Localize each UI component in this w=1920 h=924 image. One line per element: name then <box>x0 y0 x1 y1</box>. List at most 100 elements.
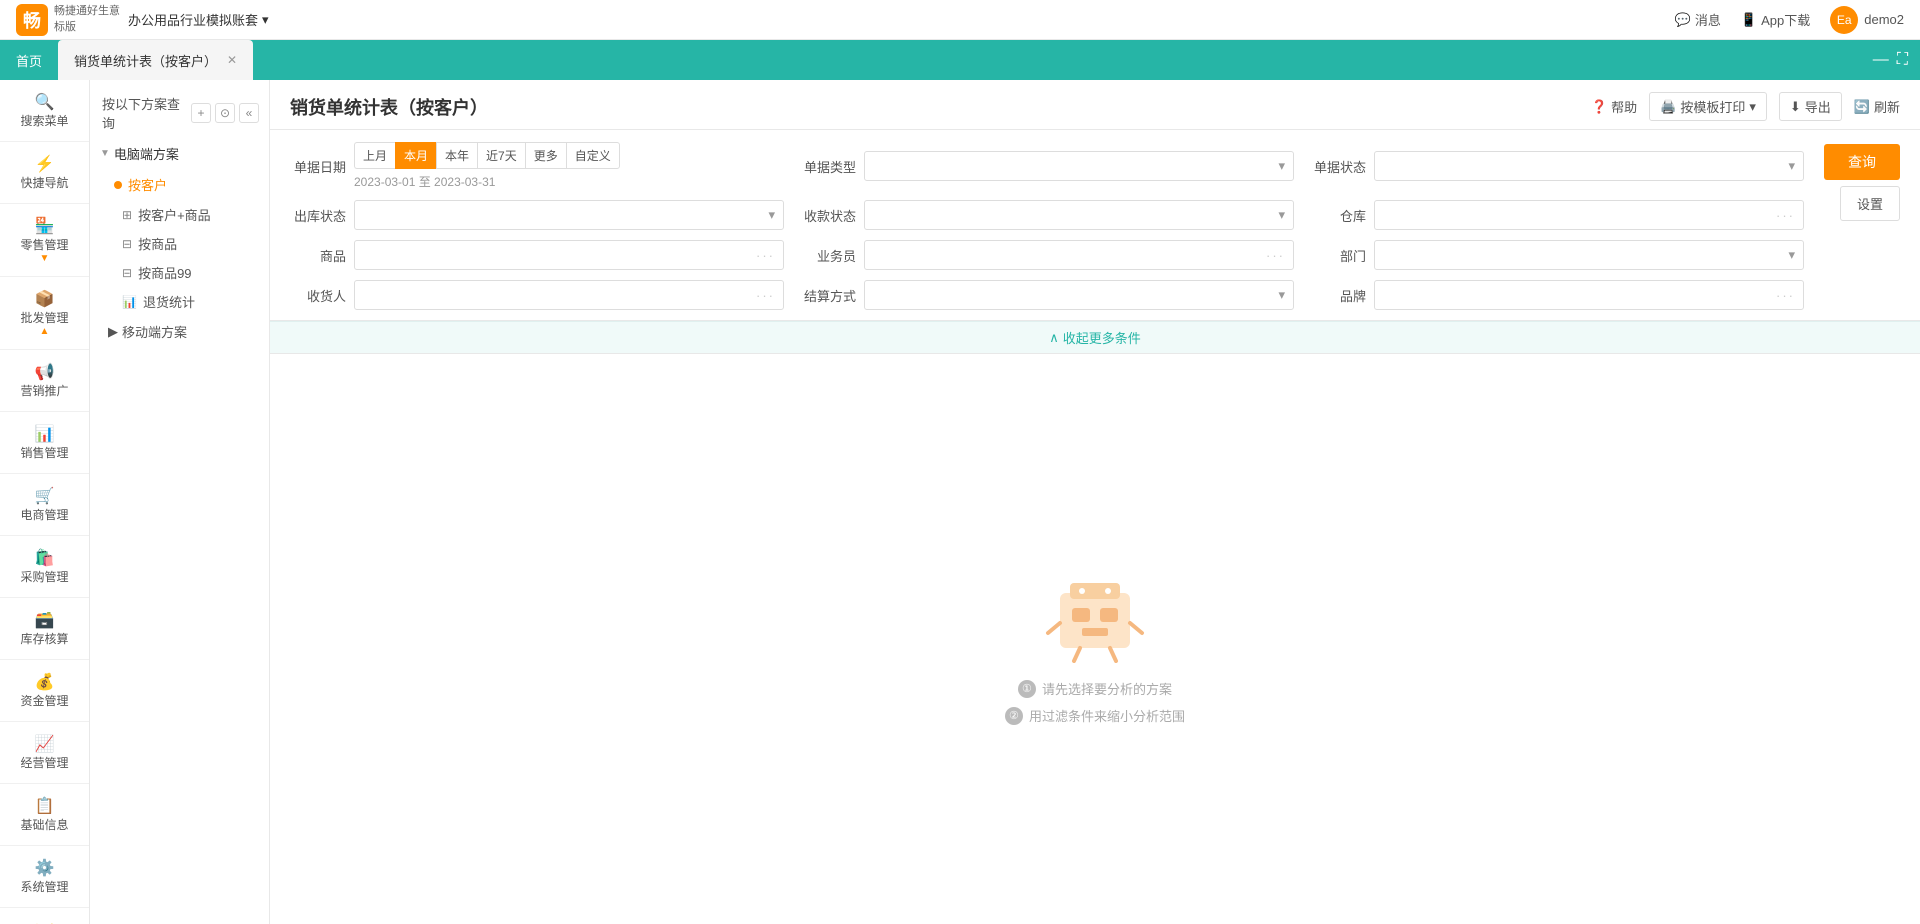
empty-state: ① 请先选择要分析的方案 ② 用过滤条件来缩小分析范围 <box>270 354 1920 924</box>
sidebar-item-basic[interactable]: 📋 基础信息 <box>0 784 89 846</box>
retail-icon: 🏪 <box>4 216 85 236</box>
receiver-dots: ··· <box>756 288 775 303</box>
sidebar-item-operation[interactable]: 📈 经营管理 <box>0 722 89 784</box>
sidebar-item-retail[interactable]: 🏪 零售管理 ▼ <box>0 204 89 277</box>
hint2-num: ② <box>1005 707 1023 725</box>
department-arrow: ▾ <box>1788 247 1795 263</box>
system-icon: ⚙️ <box>4 858 85 878</box>
sidebar-item-sales[interactable]: 📊 销售管理 <box>0 412 89 474</box>
collapse-text: 收起更多条件 <box>1063 328 1141 347</box>
query-button[interactable]: 查询 <box>1824 144 1900 180</box>
sidebar-label-retail: 零售管理 <box>4 236 85 253</box>
tab-close-icon[interactable]: ✕ <box>227 53 237 67</box>
print-icon: 🖨️ <box>1660 99 1676 115</box>
sidebar-item-wholesale[interactable]: 📦 批发管理 ▲ <box>0 277 89 350</box>
print-button[interactable]: 🖨️ 按模板打印 ▾ <box>1649 92 1767 121</box>
user-menu[interactable]: Ea demo2 <box>1830 6 1904 34</box>
export-button[interactable]: ⬇ 导出 <box>1779 92 1842 121</box>
sidebar-item-inventory[interactable]: 🗃️ 库存核算 <box>0 598 89 660</box>
sidebar-item-cooperation[interactable]: 🤝 企业协同 <box>0 908 89 924</box>
outbound-label: 出库状态 <box>290 206 346 225</box>
scheme-panel-title: 按以下方案查询 <box>102 94 191 132</box>
message-button[interactable]: 💬 消息 <box>1675 10 1721 29</box>
filter-section: 单据日期 上月 本月 本年 近7天 更多 自定义 <box>270 130 1920 354</box>
sidebar-item-marketing[interactable]: 📢 营销推广 <box>0 350 89 412</box>
scheme-panel-actions: + ⊙ « <box>191 103 259 123</box>
app-download-button[interactable]: 📱 App下载 <box>1741 10 1810 29</box>
collection-label: 收款状态 <box>800 206 856 225</box>
doc-type-input[interactable]: ▾ <box>864 151 1294 181</box>
cooperation-icon: 🤝 <box>4 920 85 924</box>
sidebar-item-system[interactable]: ⚙️ 系统管理 <box>0 846 89 908</box>
inventory-icon: 🗃️ <box>4 610 85 630</box>
warehouse-label: 仓库 <box>1310 206 1366 225</box>
scheme-item-by-product[interactable]: ⊟ 按商品 <box>90 229 269 258</box>
scheme-item-customer-product[interactable]: ⊞ 按客户+商品 <box>90 200 269 229</box>
finance-icon: 💰 <box>4 672 85 692</box>
settlement-label: 结算方式 <box>800 286 856 305</box>
department-input[interactable]: ▾ <box>1374 240 1804 270</box>
doc-status-input[interactable]: ▾ <box>1374 151 1804 181</box>
message-icon: 💬 <box>1675 12 1691 28</box>
add-scheme-button[interactable]: + <box>191 103 211 123</box>
outbound-input[interactable]: ▾ <box>354 200 784 230</box>
sidebar-label-quicknav: 快捷导航 <box>4 174 85 191</box>
mobile-group-header[interactable]: ▶ 移动端方案 <box>90 316 269 347</box>
sidebar-label-system: 系统管理 <box>4 878 85 895</box>
scheme-item-product-99[interactable]: ⊟ 按商品99 <box>90 258 269 287</box>
date-btn-this-month[interactable]: 本月 <box>395 142 436 169</box>
sidebar: 🔍 搜索菜单 ⚡ 快捷导航 🏪 零售管理 ▼ 📦 批发管理 ▲ 📢 营销推广 📊… <box>0 80 90 924</box>
sidebar-item-ecommerce[interactable]: 🛒 电商管理 <box>0 474 89 536</box>
date-range: 2023-03-01 至 2023-03-31 <box>354 173 784 190</box>
sidebar-item-finance[interactable]: 💰 资金管理 <box>0 660 89 722</box>
collapse-scheme-button[interactable]: « <box>239 103 259 123</box>
help-button[interactable]: ❓ 帮助 <box>1591 97 1637 116</box>
outbound-cell: 出库状态 ▾ <box>290 200 784 230</box>
tab-report[interactable]: 销货单统计表（按客户） ✕ <box>58 40 253 80</box>
date-btn-last7[interactable]: 近7天 <box>477 142 525 169</box>
scheme-item-label-return: 退货统计 <box>143 292 195 311</box>
main-panel: 销货单统计表（按客户） ❓ 帮助 🖨️ 按模板打印 ▾ ⬇ 导出 <box>270 80 1920 924</box>
collapse-bar[interactable]: ∧ 收起更多条件 <box>270 321 1920 354</box>
salesperson-input[interactable]: ··· <box>864 240 1294 270</box>
date-btn-last-month[interactable]: 上月 <box>354 142 395 169</box>
warehouse-input[interactable]: ··· <box>1374 200 1804 230</box>
search-icon: 🔍 <box>4 92 85 112</box>
salesperson-label: 业务员 <box>800 246 856 265</box>
print-label: 按模板打印 <box>1680 97 1745 116</box>
date-btn-this-year[interactable]: 本年 <box>436 142 477 169</box>
refresh-button[interactable]: 🔄 刷新 <box>1854 97 1900 116</box>
desktop-group-label: 电脑端方案 <box>114 144 179 163</box>
doc-type-label: 单据类型 <box>800 157 856 176</box>
receiver-input[interactable]: ··· <box>354 280 784 310</box>
collection-input[interactable]: ▾ <box>864 200 1294 230</box>
maximize-button[interactable]: ⛶ <box>1897 51 1908 69</box>
purchase-icon: 🛍️ <box>4 548 85 568</box>
mobile-group-label: 移动端方案 <box>122 322 187 341</box>
app-select[interactable]: 办公用品行业模拟账套 ▾ <box>128 10 269 29</box>
scheme-item-by-customer[interactable]: 按客户 <box>90 169 269 200</box>
hint1-text: 请先选择要分析的方案 <box>1042 679 1172 698</box>
sidebar-item-purchase[interactable]: 🛍️ 采购管理 <box>0 536 89 598</box>
table-icon1: ⊟ <box>122 237 132 251</box>
desktop-group-header[interactable]: ▼ 电脑端方案 <box>90 138 269 169</box>
date-btn-custom[interactable]: 自定义 <box>566 142 620 169</box>
date-btn-more[interactable]: 更多 <box>525 142 566 169</box>
outbound-arrow: ▾ <box>768 207 775 223</box>
settlement-arrow: ▾ <box>1278 287 1285 303</box>
settings-scheme-button[interactable]: ⊙ <box>215 103 235 123</box>
settlement-input[interactable]: ▾ <box>864 280 1294 310</box>
main-layout: 🔍 搜索菜单 ⚡ 快捷导航 🏪 零售管理 ▼ 📦 批发管理 ▲ 📢 营销推广 📊… <box>0 80 1920 924</box>
scheme-group-desktop: ▼ 电脑端方案 按客户 ⊞ 按客户+商品 ⊟ 按商品 ⊟ 按商品99 <box>90 138 269 316</box>
sidebar-item-search[interactable]: 🔍 搜索菜单 <box>0 80 89 142</box>
brand-input[interactable]: ··· <box>1374 280 1804 310</box>
filter-fields: 单据日期 上月 本月 本年 近7天 更多 自定义 <box>270 130 1816 320</box>
setting-button[interactable]: 设置 <box>1840 186 1900 221</box>
marketing-icon: 📢 <box>4 362 85 382</box>
tab-home[interactable]: 首页 <box>0 40 58 80</box>
sidebar-item-quicknav[interactable]: ⚡ 快捷导航 <box>0 142 89 204</box>
scheme-item-return-stats[interactable]: 📊 退货统计 <box>90 287 269 316</box>
empty-svg <box>1030 553 1160 663</box>
minimize-button[interactable]: — <box>1873 51 1889 69</box>
product-input[interactable]: ··· <box>354 240 784 270</box>
